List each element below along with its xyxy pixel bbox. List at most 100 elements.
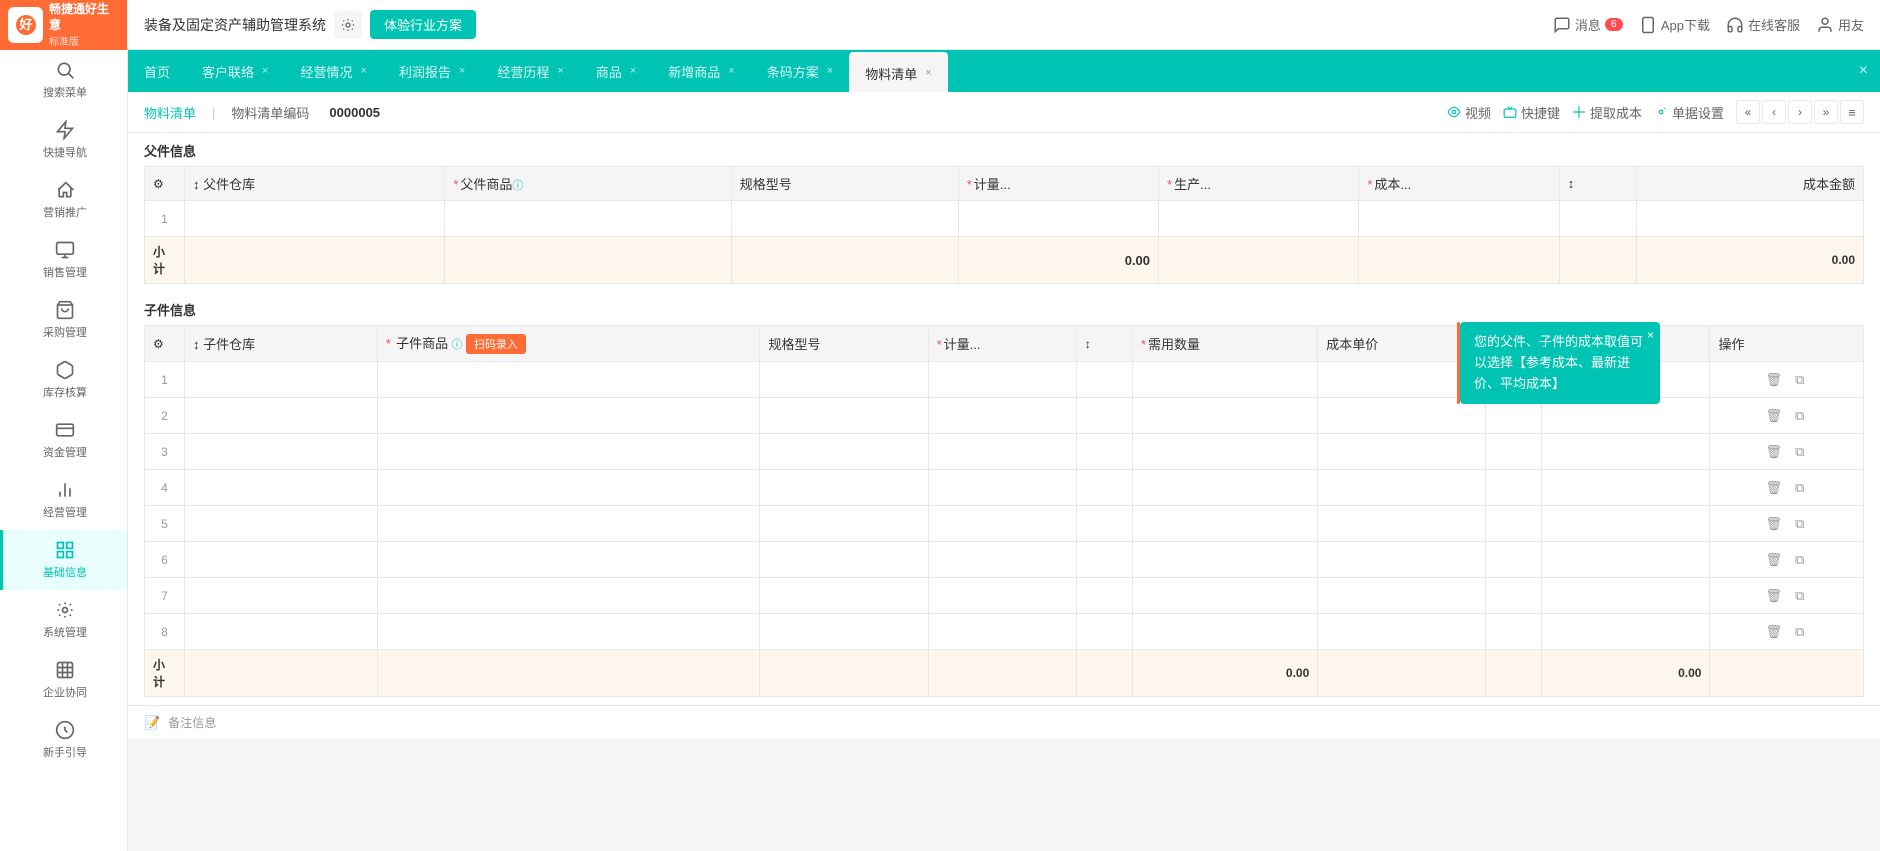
delete-icon[interactable]: 🗑 (1764, 550, 1784, 570)
copy-icon[interactable]: ⧉ (1790, 478, 1810, 498)
delete-icon[interactable]: 🗑 (1764, 622, 1784, 642)
parent-col-goods: *父件商品ⓘ (445, 167, 731, 201)
parent-row-1-amount[interactable] (1636, 201, 1863, 237)
sidebar-inventory-label: 库存核算 (43, 384, 87, 400)
pager-next-next[interactable]: » (1814, 100, 1838, 124)
tab-new-goods[interactable]: 新增商品× (652, 50, 750, 92)
parent-row-1-qty[interactable] (958, 201, 1158, 237)
tab-history[interactable]: 经营历程× (481, 50, 579, 92)
delete-icon[interactable]: 🗑 (1764, 586, 1784, 606)
copy-icon[interactable]: ⧉ (1790, 514, 1810, 534)
parent-row-1-cost[interactable] (1359, 201, 1559, 237)
child-col-settings[interactable]: ⚙ (145, 326, 185, 362)
sidebar-purchase-label: 采购管理 (43, 324, 87, 340)
logo-icon: 好 (8, 7, 43, 43)
tab-operations-close[interactable]: × (360, 65, 366, 77)
tab-history-close[interactable]: × (557, 65, 563, 77)
copy-icon[interactable]: ⧉ (1790, 406, 1810, 426)
parent-subtotal-row: 小计 0.00 0.00 (145, 237, 1864, 284)
tab-bom[interactable]: 物料清单× (849, 52, 947, 92)
delete-icon[interactable]: 🗑 (1764, 514, 1784, 534)
pager-prev[interactable]: ‹ (1762, 100, 1786, 124)
child-subtotal-amount: 0.00 (1542, 650, 1710, 697)
system-title: 装备及固定资产辅助管理系统 (144, 15, 326, 35)
tab-operations[interactable]: 经营情况× (284, 50, 382, 92)
message-btn[interactable]: 消息 6 (1553, 15, 1623, 34)
message-label: 消息 (1575, 15, 1601, 34)
copy-icon[interactable]: ⧉ (1790, 550, 1810, 570)
settings-icon-btn[interactable] (334, 11, 362, 39)
sidebar-item-search[interactable]: 搜索菜单 (0, 50, 127, 110)
scan-btn[interactable]: 扫码录入 (466, 334, 526, 354)
tab-barcode[interactable]: 条码方案× (751, 50, 849, 92)
child-row-3: 3 🗑⧉ (145, 434, 1864, 470)
parent-row-1-goods[interactable] (445, 201, 731, 237)
sidebar-item-purchase[interactable]: 采购管理 (0, 290, 127, 350)
parent-col-production: *生产... (1159, 167, 1359, 201)
child-col-qty: *计量... (928, 326, 1076, 362)
code-value: 0000005 (329, 105, 380, 120)
delete-icon[interactable]: 🗑 (1764, 478, 1784, 498)
sidebar-system-label: 系统管理 (43, 624, 87, 640)
tab-profit[interactable]: 利润报告× (383, 50, 481, 92)
child-row-2-actions: 🗑⧉ (1718, 406, 1855, 426)
breadcrumb[interactable]: 物料清单 (144, 103, 196, 122)
child-row-4: 4 🗑⧉ (145, 470, 1864, 506)
service-btn[interactable]: 在线客服 (1726, 15, 1800, 34)
code-label: 物料清单编码 (231, 103, 309, 122)
app-download-btn[interactable]: App下载 (1639, 15, 1710, 34)
tooltip-box: × 您的父件、子件的成本取值可以选择【参考成本、最新进价、平均成本】 (1460, 322, 1660, 404)
nav-close-all[interactable]: × (1855, 58, 1872, 84)
tab-home[interactable]: 首页 (128, 50, 186, 92)
copy-icon[interactable]: ⧉ (1790, 442, 1810, 462)
sidebar-item-sales[interactable]: 销售管理 (0, 230, 127, 290)
sidebar-item-system[interactable]: 系统管理 (0, 590, 127, 650)
delete-icon[interactable]: 🗑 (1764, 442, 1784, 462)
sidebar-item-operations[interactable]: 经营管理 (0, 470, 127, 530)
experience-btn[interactable]: 体验行业方案 (370, 10, 476, 39)
action-single-settings[interactable]: 单据设置 (1654, 103, 1724, 122)
parent-row-1-spec[interactable] (731, 201, 958, 237)
child-subtotal-row: 小计 0.00 0.00 (145, 650, 1864, 697)
tab-goods[interactable]: 商品× (580, 50, 652, 92)
action-view[interactable]: 视频 (1447, 103, 1491, 122)
tab-bom-close[interactable]: × (925, 67, 931, 79)
copy-icon[interactable]: ⧉ (1790, 370, 1810, 390)
copy-icon[interactable]: ⧉ (1790, 622, 1810, 642)
pager-next[interactable]: › (1788, 100, 1812, 124)
tab-profit-close[interactable]: × (459, 65, 465, 77)
parent-row-1: 1 (145, 201, 1864, 237)
tab-goods-close[interactable]: × (630, 65, 636, 77)
tab-customer-close[interactable]: × (262, 65, 268, 77)
pager-prev-prev[interactable]: « (1736, 100, 1760, 124)
parent-col-settings[interactable]: ⚙ (145, 167, 185, 201)
copy-icon[interactable]: ⧉ (1790, 586, 1810, 606)
parent-col-spec: 规格型号 (731, 167, 958, 201)
child-row-7: 7 🗑⧉ (145, 578, 1864, 614)
grid-view-btn[interactable]: ≡ (1840, 100, 1864, 124)
delete-icon[interactable]: 🗑 (1764, 370, 1784, 390)
parent-row-1-production[interactable] (1159, 201, 1359, 237)
tab-barcode-close[interactable]: × (827, 65, 833, 77)
user-btn[interactable]: 用友 (1816, 15, 1864, 34)
sidebar-guide-label: 新手引导 (43, 744, 87, 760)
parent-row-1-warehouse[interactable] (185, 201, 445, 237)
service-label: 在线客服 (1748, 15, 1800, 34)
sidebar-item-marketing[interactable]: 营销推广 (0, 170, 127, 230)
tab-new-goods-close[interactable]: × (728, 65, 734, 77)
tooltip-close-btn[interactable]: × (1647, 326, 1654, 345)
action-extract-cost[interactable]: 提取成本 (1572, 103, 1642, 122)
sidebar-item-quick-nav[interactable]: 快捷导航 (0, 110, 127, 170)
tab-customer[interactable]: 客户联络× (186, 50, 284, 92)
parent-row-1-num: 1 (145, 201, 185, 237)
action-shortcut[interactable]: 快捷键 (1503, 103, 1560, 122)
sidebar-item-basic-info[interactable]: 基础信息 (0, 530, 127, 590)
sidebar-item-finance[interactable]: 资金管理 (0, 410, 127, 470)
page-content: 物料清单 | 物料清单编码 0000005 视频 快捷键 提取成本 (128, 92, 1880, 851)
delete-icon[interactable]: 🗑 (1764, 406, 1784, 426)
child-col-goods: * 子件商品 ⓘ 扫码录入 (377, 326, 760, 362)
sidebar-basic-label: 基础信息 (43, 564, 87, 580)
sidebar-item-enterprise[interactable]: 企业协同 (0, 650, 127, 710)
sidebar-item-guide[interactable]: 新手引导 (0, 710, 127, 770)
sidebar-item-inventory[interactable]: 库存核算 (0, 350, 127, 410)
